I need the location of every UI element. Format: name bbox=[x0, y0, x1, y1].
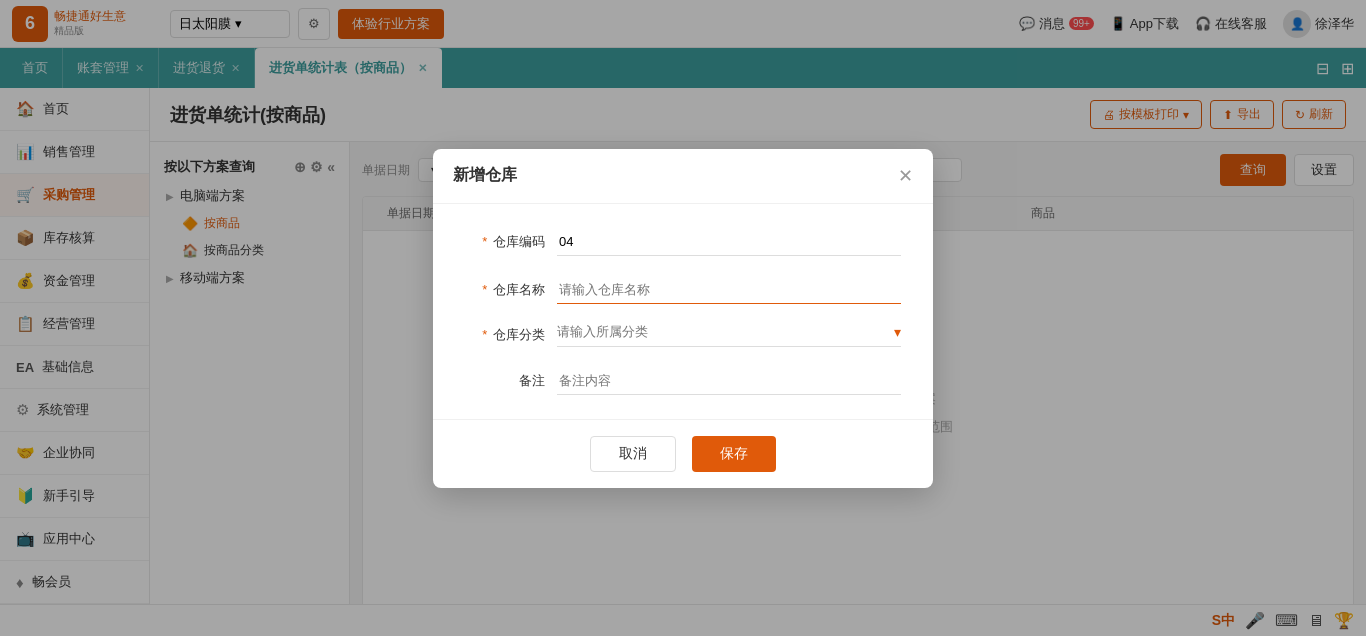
save-button[interactable]: 保存 bbox=[692, 436, 776, 472]
required-mark-category: * bbox=[482, 327, 487, 342]
form-row-remark: 备注 bbox=[465, 367, 901, 395]
remark-label: 备注 bbox=[465, 372, 545, 390]
name-label: * 仓库名称 bbox=[465, 281, 545, 299]
category-select[interactable]: ▾ bbox=[557, 324, 901, 347]
code-input[interactable] bbox=[557, 228, 901, 256]
modal-body: * 仓库编码 * 仓库名称 * 仓库分类 bbox=[433, 204, 933, 419]
cancel-button[interactable]: 取消 bbox=[590, 436, 676, 472]
required-mark-name: * bbox=[482, 282, 487, 297]
modal-header: 新增仓库 ✕ bbox=[433, 149, 933, 204]
modal-close-icon[interactable]: ✕ bbox=[898, 165, 913, 187]
remark-input[interactable] bbox=[557, 367, 901, 395]
form-row-code: * 仓库编码 bbox=[465, 228, 901, 256]
category-label: * 仓库分类 bbox=[465, 326, 545, 344]
add-warehouse-modal: 新增仓库 ✕ * 仓库编码 * 仓库名称 bbox=[433, 149, 933, 488]
modal-title: 新增仓库 bbox=[453, 165, 898, 186]
code-label: * 仓库编码 bbox=[465, 233, 545, 251]
form-row-name: * 仓库名称 bbox=[465, 276, 901, 304]
category-input[interactable] bbox=[557, 324, 894, 339]
required-mark-code: * bbox=[482, 234, 487, 249]
form-row-category: * 仓库分类 ▾ bbox=[465, 324, 901, 347]
modal-footer: 取消 保存 bbox=[433, 419, 933, 488]
category-dropdown-icon[interactable]: ▾ bbox=[894, 324, 901, 340]
name-input[interactable] bbox=[557, 276, 901, 304]
modal-overlay: 新增仓库 ✕ * 仓库编码 * 仓库名称 bbox=[0, 0, 1366, 636]
